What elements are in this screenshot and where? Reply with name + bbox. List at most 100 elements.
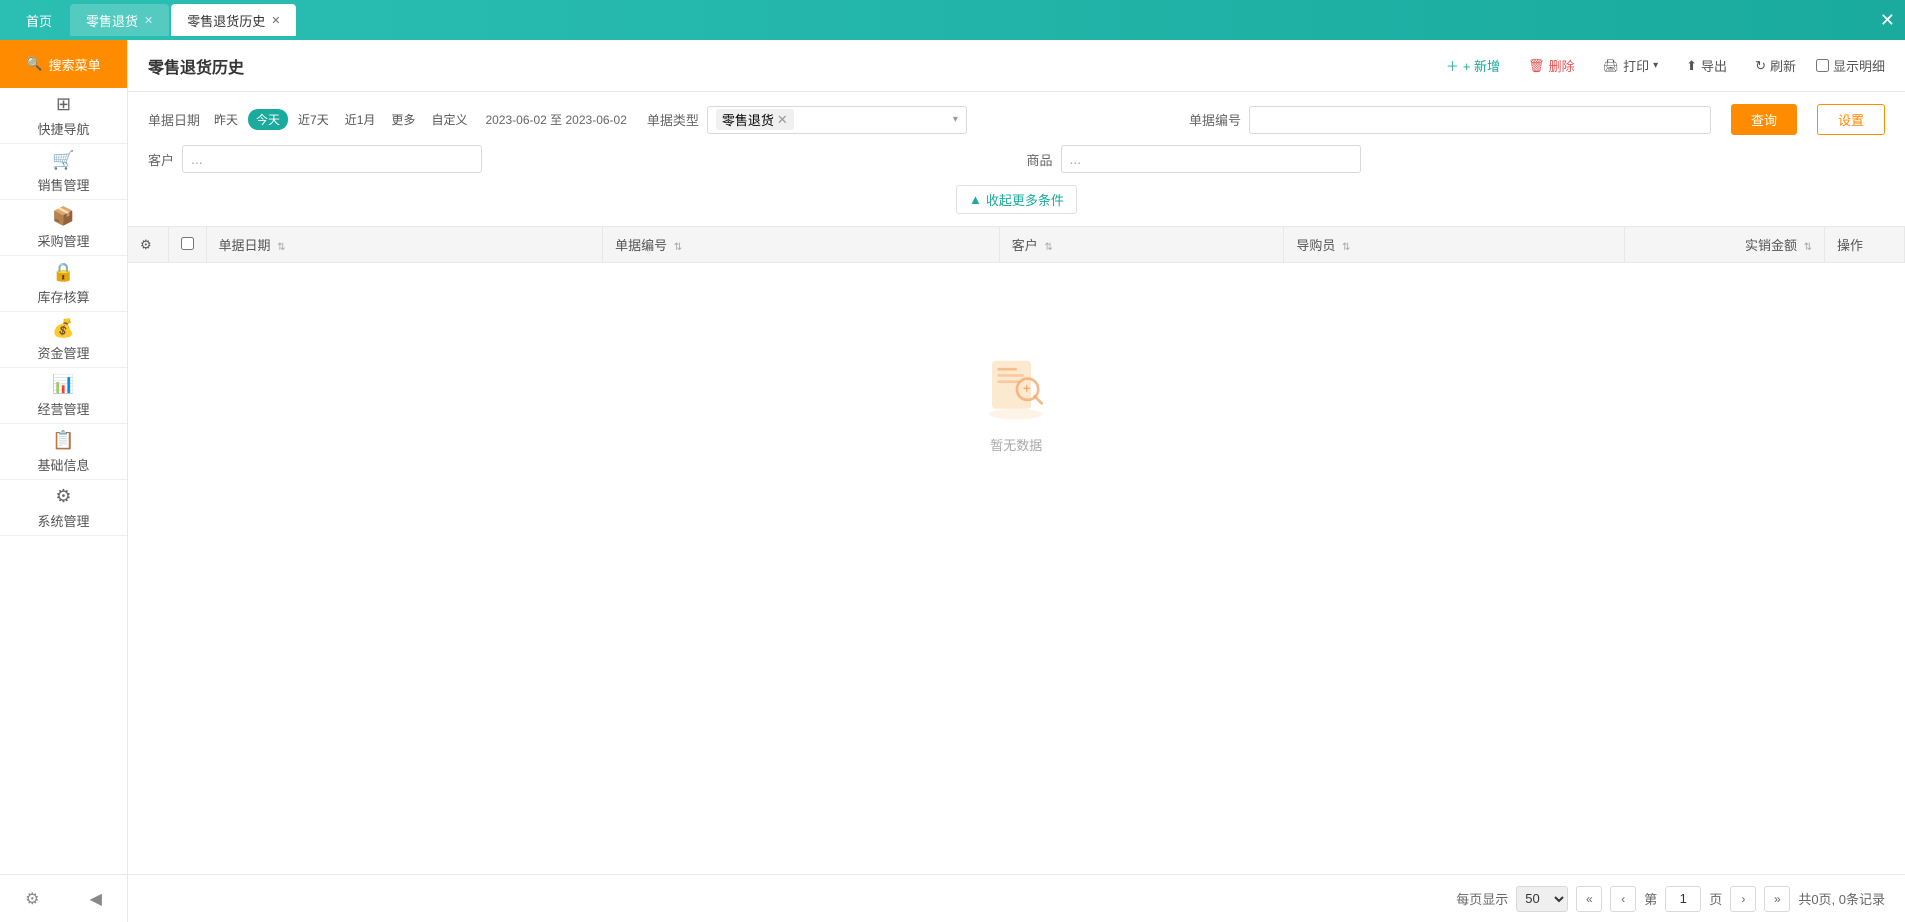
collapse-label: 收起更多条件 xyxy=(986,190,1064,209)
th-amount-label: 实销金额 xyxy=(1745,238,1797,253)
sidebar-item-inventory[interactable]: 🔒 库存核算 xyxy=(0,256,127,312)
filter-row-1: 单据日期 昨天 今天 近7天 近1月 更多 自定义 2023-06-02 至 2… xyxy=(148,104,1885,135)
type-label: 单据类型 xyxy=(647,110,699,129)
th-settings[interactable]: ⚙ xyxy=(128,227,168,263)
th-date[interactable]: 单据日期 ⇅ xyxy=(206,227,603,263)
sidebar-item-purchase-mgmt-label: 采购管理 xyxy=(37,231,89,250)
top-bar: 首页 零售退货 ✕ 零售退货历史 ✕ ✕ xyxy=(0,0,1905,40)
delete-icon: 🗑 xyxy=(1528,58,1545,74)
select-all-checkbox[interactable] xyxy=(181,237,194,250)
th-actions-label: 操作 xyxy=(1837,238,1863,253)
th-date-label: 单据日期 xyxy=(219,238,271,253)
show-detail-label: 显示明细 xyxy=(1833,56,1885,75)
export-button[interactable]: ⬆ 导出 xyxy=(1678,52,1735,79)
date-filter: 单据日期 昨天 今天 近7天 近1月 更多 自定义 2023-06-02 至 2… xyxy=(148,109,627,130)
show-detail-checkbox[interactable] xyxy=(1816,59,1829,72)
customer-label: 客户 xyxy=(148,150,174,169)
system-mgmt-icon: ⚙ xyxy=(55,486,71,507)
type-select-arrow: ▾ xyxy=(953,114,958,125)
sidebar-item-base-info[interactable]: 📋 基础信息 xyxy=(0,424,127,480)
th-guide-label: 导购员 xyxy=(1296,238,1335,253)
sidebar-item-finance-label: 资金管理 xyxy=(37,343,89,362)
sidebar-search[interactable]: 🔍 搜索菜单 xyxy=(0,40,127,88)
operations-icon: 📊 xyxy=(52,374,74,395)
sidebar-item-sales-mgmt-label: 销售管理 xyxy=(37,175,89,194)
type-tag-close[interactable]: ✕ xyxy=(777,112,788,128)
sidebar-item-sales-mgmt[interactable]: 🛒 销售管理 xyxy=(0,144,127,200)
show-detail-checkbox-label[interactable]: 显示明细 xyxy=(1816,56,1885,75)
collapse-up-icon: ▲ xyxy=(969,192,982,207)
refresh-button[interactable]: ↻ 刷新 xyxy=(1747,52,1804,79)
date-sort-icon: ⇅ xyxy=(277,242,285,253)
page-title: 零售退货历史 xyxy=(148,54,244,78)
new-icon: ＋ xyxy=(1446,56,1459,75)
sidebar-item-quick-nav[interactable]: ⊞ 快捷导航 xyxy=(0,88,127,144)
number-sort-icon: ⇅ xyxy=(674,242,682,253)
sidebar-item-finance[interactable]: 💰 资金管理 xyxy=(0,312,127,368)
date-opt-1month[interactable]: 近1月 xyxy=(339,109,382,130)
prev-page-button[interactable]: ‹ xyxy=(1610,886,1636,912)
voucher-filter: 单据编号 xyxy=(1189,106,1711,134)
page-size-select[interactable]: 20 50 100 xyxy=(1516,886,1568,912)
goods-filter: 商品 ... xyxy=(1027,145,1886,173)
next-page-button[interactable]: › xyxy=(1730,886,1756,912)
print-button[interactable]: 🖨 打印 ▾ xyxy=(1595,52,1667,79)
date-opt-yesterday[interactable]: 昨天 xyxy=(208,109,244,130)
delete-button[interactable]: 🗑 删除 xyxy=(1520,52,1583,79)
date-opt-7days[interactable]: 近7天 xyxy=(292,109,335,130)
page-label: 第 xyxy=(1644,889,1657,908)
date-opt-custom[interactable]: 自定义 xyxy=(425,109,473,130)
customer-select[interactable]: ... xyxy=(182,145,482,173)
refresh-button-label: 刷新 xyxy=(1770,56,1796,75)
type-filter: 单据类型 零售退货 ✕ ▾ xyxy=(647,106,1169,134)
sidebar-item-system-mgmt[interactable]: ⚙ 系统管理 xyxy=(0,480,127,536)
export-icon: ⬆ xyxy=(1686,58,1697,74)
th-checkbox[interactable] xyxy=(168,227,206,263)
window-close-button[interactable]: ✕ xyxy=(1880,10,1895,31)
sidebar-item-operations-label: 经营管理 xyxy=(37,399,89,418)
tab-retail-return-history-close[interactable]: ✕ xyxy=(271,14,280,27)
first-page-button[interactable]: « xyxy=(1576,886,1602,912)
inventory-icon: 🔒 xyxy=(52,262,74,283)
sidebar-nav: ⊞ 快捷导航 🛒 销售管理 📦 采购管理 🔒 库存核算 💰 资金管理 📊 xyxy=(0,88,127,874)
base-info-icon: 📋 xyxy=(52,430,74,451)
per-page-label: 每页显示 xyxy=(1456,889,1508,908)
settings-icon[interactable]: ⚙ xyxy=(140,237,152,252)
sidebar-collapse-button[interactable]: ◀ xyxy=(90,889,102,909)
goods-select[interactable]: ... xyxy=(1061,145,1361,173)
th-customer[interactable]: 客户 ⇅ xyxy=(999,227,1284,263)
main-layout: 🔍 搜索菜单 ⊞ 快捷导航 🛒 销售管理 📦 采购管理 🔒 库存核算 💰 xyxy=(0,40,1905,922)
delete-button-label: 删除 xyxy=(1549,56,1575,75)
new-button-label: + 新增 xyxy=(1463,56,1500,75)
type-select[interactable]: 零售退货 ✕ ▾ xyxy=(707,106,967,134)
date-opt-more[interactable]: 更多 xyxy=(385,109,421,130)
print-icon: 🖨 xyxy=(1603,58,1620,74)
sales-mgmt-icon: 🛒 xyxy=(52,150,74,171)
sidebar-item-operations[interactable]: 📊 经营管理 xyxy=(0,368,127,424)
query-button[interactable]: 查询 xyxy=(1731,104,1797,135)
collapse-button[interactable]: ▲ 收起更多条件 xyxy=(956,185,1077,214)
tab-retail-return-history[interactable]: 零售退货历史 ✕ xyxy=(171,4,296,36)
customer-filter: 客户 ... xyxy=(148,145,1007,173)
type-tag-value: 零售退货 xyxy=(722,110,774,129)
th-actions: 操作 xyxy=(1825,227,1905,263)
last-page-button[interactable]: » xyxy=(1764,886,1790,912)
tab-retail-return[interactable]: 零售退货 ✕ xyxy=(70,4,169,36)
date-opt-today[interactable]: 今天 xyxy=(248,109,288,130)
tab-retail-return-close[interactable]: ✕ xyxy=(144,14,153,27)
new-button[interactable]: ＋ + 新增 xyxy=(1438,52,1508,79)
empty-state: 暂无数据 xyxy=(128,263,1905,534)
total-info: 共0页, 0条记录 xyxy=(1798,889,1885,908)
th-amount[interactable]: 实销金额 ⇅ xyxy=(1625,227,1825,263)
finance-icon: 💰 xyxy=(52,318,74,339)
sidebar-footer: ⚙ ◀ xyxy=(0,874,127,922)
tab-retail-return-label: 零售退货 xyxy=(86,11,138,30)
voucher-input[interactable] xyxy=(1249,106,1711,134)
th-guide[interactable]: 导购员 ⇅ xyxy=(1284,227,1625,263)
sidebar-settings-button[interactable]: ⚙ xyxy=(25,889,39,909)
set-button[interactable]: 设置 xyxy=(1817,104,1885,135)
th-number[interactable]: 单据编号 ⇅ xyxy=(603,227,1000,263)
page-input[interactable] xyxy=(1665,886,1701,912)
tab-home[interactable]: 首页 xyxy=(10,4,68,36)
sidebar-item-purchase-mgmt[interactable]: 📦 采购管理 xyxy=(0,200,127,256)
